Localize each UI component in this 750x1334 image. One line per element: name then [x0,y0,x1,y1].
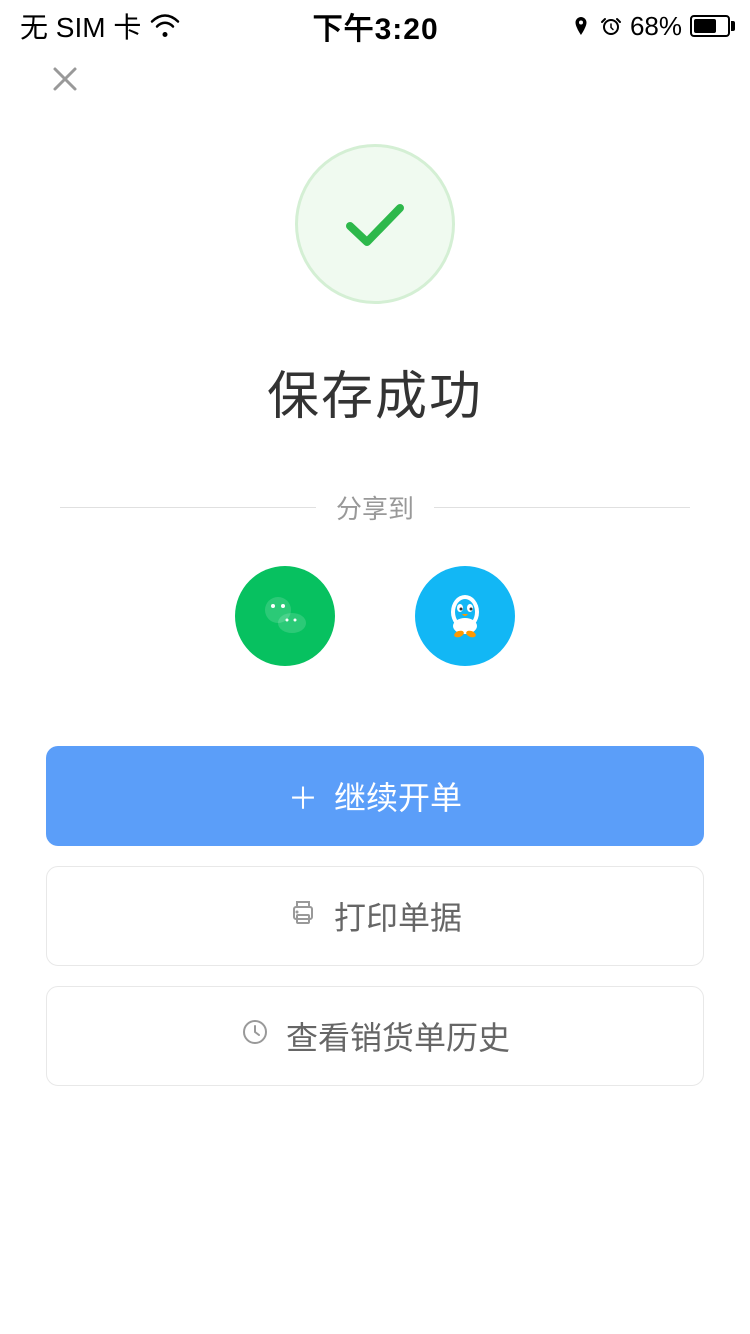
continue-label: 继续开单 [334,773,462,819]
main-content: 保存成功 分享到 [0,44,750,1086]
qq-share-button[interactable] [415,566,515,666]
print-icon [288,897,318,935]
status-bar: 无 SIM 卡 下午3:20 68% [0,0,750,44]
history-icon [240,1017,270,1055]
divider-left [60,507,316,508]
history-label: 查看销货单历史 [286,1013,510,1059]
close-button[interactable] [40,54,90,104]
status-right: 68% [570,11,730,42]
battery-icon [690,15,730,37]
success-icon-circle [295,144,455,304]
print-button[interactable]: 打印单据 [46,866,704,966]
share-label: 分享到 [316,489,434,526]
success-title: 保存成功 [267,354,483,429]
checkmark-icon [335,184,415,264]
alarm-icon [600,15,622,37]
battery-percent: 68% [630,11,682,42]
divider-right [434,507,690,508]
qq-icon [435,586,495,646]
status-left: 无 SIM 卡 [20,6,181,46]
print-label: 打印单据 [334,893,462,939]
wechat-icon [256,590,314,642]
history-button[interactable]: 查看销货单历史 [46,986,704,1086]
plus-icon: ＋ [288,774,318,818]
sim-label: 无 SIM 卡 [20,6,141,46]
wifi-icon [149,14,181,38]
location-icon [570,15,592,37]
wechat-share-button[interactable] [235,566,335,666]
action-buttons: ＋ 继续开单 打印单据 查看销货单历史 [0,746,750,1086]
share-buttons-group [235,566,515,666]
time-display: 下午3:20 [313,4,439,48]
continue-button[interactable]: ＋ 继续开单 [46,746,704,846]
share-divider: 分享到 [0,489,750,526]
